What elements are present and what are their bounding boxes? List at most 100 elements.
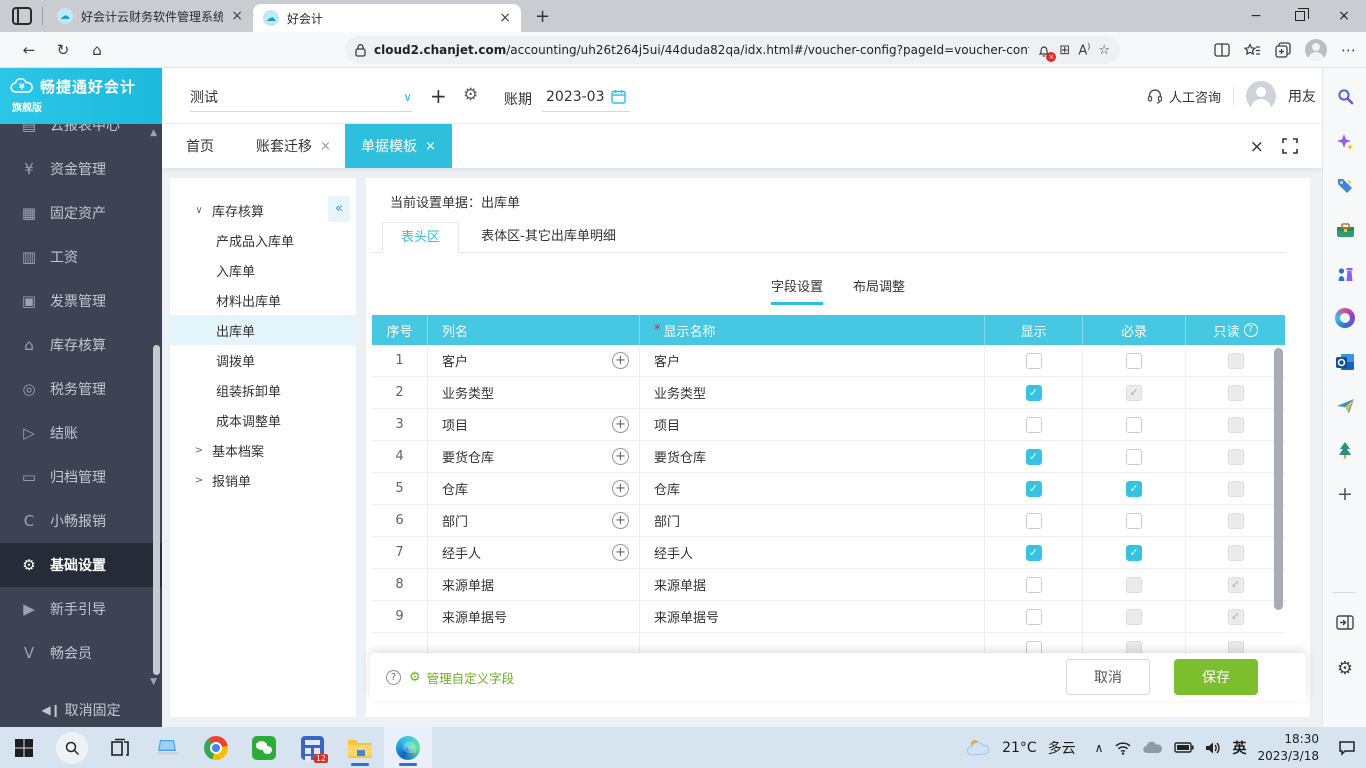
settings-gear-icon[interactable]: ⚙: [463, 85, 478, 105]
user-avatar[interactable]: [1246, 81, 1276, 111]
wechat-icon[interactable]: [240, 727, 288, 768]
readonly-checkbox[interactable]: [1228, 449, 1244, 465]
search-icon[interactable]: [1323, 82, 1366, 110]
show-checkbox[interactable]: [1026, 481, 1042, 497]
sidebar-item-basic-settings[interactable]: ⚙基础设置: [0, 543, 162, 587]
collapse-panel-button[interactable]: «: [328, 196, 350, 222]
tray-temperature[interactable]: 21°C: [1002, 740, 1037, 756]
caret-right-icon[interactable]: >: [192, 475, 206, 486]
sidebar-item-tax[interactable]: ◎税务管理: [0, 367, 162, 411]
add-archive-icon[interactable]: +: [612, 448, 629, 465]
display-name-cell[interactable]: 客户: [640, 345, 985, 376]
user-name[interactable]: 用友: [1288, 86, 1316, 106]
wifi-icon[interactable]: [1114, 741, 1132, 755]
tree-hunt-icon[interactable]: [1323, 436, 1366, 464]
tree-node-finished-goods-in[interactable]: 产成品入库单: [170, 225, 356, 255]
readonly-checkbox[interactable]: [1228, 481, 1244, 497]
tree-node-material-out[interactable]: 材料出库单: [170, 285, 356, 315]
tab-body-area[interactable]: 表体区-其它出库单明细: [463, 222, 634, 253]
unpin-sidebar-button[interactable]: ◀❙ 取消固定: [0, 693, 162, 727]
collections-icon[interactable]: [1275, 42, 1291, 58]
weather-icon[interactable]: [965, 738, 991, 758]
favorites-icon[interactable]: [1244, 42, 1261, 58]
microsoft365-icon[interactable]: [1323, 304, 1366, 332]
tab-account-migration[interactable]: 账套迁移×: [240, 124, 347, 168]
required-checkbox[interactable]: [1126, 481, 1142, 497]
sidebar-item-member[interactable]: V畅会员: [0, 631, 162, 675]
tree-node-stock-in[interactable]: 入库单: [170, 255, 356, 285]
sidebar-toggle-icon[interactable]: [1323, 608, 1366, 636]
pc-status-icon[interactable]: [144, 727, 192, 768]
file-explorer-icon[interactable]: [336, 727, 384, 768]
table-scrollbar[interactable]: [1274, 348, 1283, 610]
split-window-icon[interactable]: ⊞: [1059, 43, 1070, 58]
close-window-button[interactable]: ×: [1322, 0, 1366, 32]
browser-tab-active[interactable]: ☁ 好会计 ×: [253, 4, 521, 32]
account-set-select[interactable]: 测试 ∨: [190, 82, 412, 112]
onedrive-cloud-icon[interactable]: [1143, 741, 1163, 754]
show-checkbox[interactable]: [1026, 417, 1042, 433]
caret-down-icon[interactable]: ∨: [192, 205, 206, 216]
scroll-up-icon[interactable]: ▲: [150, 128, 157, 138]
required-checkbox[interactable]: [1126, 577, 1142, 593]
tab-field-settings[interactable]: 字段设置: [771, 276, 823, 305]
show-checkbox[interactable]: [1026, 353, 1042, 369]
required-checkbox[interactable]: [1126, 385, 1142, 401]
ime-language-button[interactable]: 英: [1232, 738, 1246, 758]
read-aloud-icon[interactable]: A): [1078, 42, 1090, 58]
readonly-checkbox[interactable]: [1228, 353, 1244, 369]
add-sidebar-app-icon[interactable]: +: [1323, 480, 1366, 508]
show-checkbox[interactable]: [1026, 545, 1042, 561]
display-name-cell[interactable]: 仓库: [640, 473, 985, 504]
display-name-cell[interactable]: 来源单据: [640, 569, 985, 600]
add-archive-icon[interactable]: +: [612, 480, 629, 497]
add-archive-icon[interactable]: +: [612, 512, 629, 529]
show-checkbox[interactable]: [1026, 577, 1042, 593]
tab-header-area[interactable]: 表头区: [382, 222, 459, 253]
help-icon[interactable]: ?: [1244, 323, 1258, 337]
sidebar-item-funds[interactable]: ¥资金管理: [0, 147, 162, 191]
clock-date[interactable]: 18:302023/3/18: [1257, 731, 1319, 763]
close-page-icon[interactable]: ×: [1250, 137, 1264, 157]
tab-voucher-template[interactable]: 单据模板×: [345, 124, 452, 168]
notification-center-icon[interactable]: [1338, 740, 1356, 756]
shopping-tag-icon[interactable]: [1323, 172, 1366, 200]
caret-right-icon[interactable]: >: [192, 445, 206, 456]
url-text[interactable]: cloud2.chanjet.com/accounting/uh26t264j5…: [374, 43, 1029, 57]
home-button[interactable]: ⌂: [80, 41, 114, 59]
sidebar-item-cloud-reports[interactable]: ▤云报表中心: [0, 124, 162, 147]
tree-node-transfer[interactable]: 调拨单: [170, 345, 356, 375]
close-tab-icon[interactable]: ×: [320, 139, 331, 154]
support-link[interactable]: 人工咨询: [1147, 87, 1221, 106]
close-tab-icon[interactable]: ×: [425, 139, 436, 154]
outlook-icon[interactable]: [1323, 348, 1366, 376]
copilot-icon[interactable]: [1323, 128, 1366, 156]
add-archive-icon[interactable]: +: [612, 544, 629, 561]
sidebar-item-inventory[interactable]: ⌂库存核算: [0, 323, 162, 367]
readonly-checkbox[interactable]: [1228, 577, 1244, 593]
toolbox-icon[interactable]: [1323, 216, 1366, 244]
volume-icon[interactable]: [1205, 741, 1221, 755]
drop-send-icon[interactable]: [1323, 392, 1366, 420]
tree-node-expense-form[interactable]: >报销单: [170, 465, 356, 495]
readonly-checkbox[interactable]: [1228, 417, 1244, 433]
add-archive-icon[interactable]: +: [612, 416, 629, 433]
tree-node-basic-archives[interactable]: >基本档案: [170, 435, 356, 465]
back-button[interactable]: ←: [12, 41, 46, 59]
tab-home[interactable]: 首页: [170, 124, 230, 168]
tree-node-assembly[interactable]: 组装拆卸单: [170, 375, 356, 405]
show-checkbox[interactable]: [1026, 449, 1042, 465]
close-tab-icon[interactable]: ×: [231, 9, 243, 23]
show-checkbox[interactable]: [1026, 609, 1042, 625]
start-button[interactable]: [0, 727, 48, 768]
display-name-cell[interactable]: 项目: [640, 409, 985, 440]
close-tab-icon[interactable]: ×: [499, 11, 511, 25]
add-favorite-icon[interactable]: ☆: [1098, 43, 1110, 58]
chrome-icon[interactable]: [192, 727, 240, 768]
add-account-set-button[interactable]: +: [430, 84, 447, 108]
required-checkbox[interactable]: [1126, 449, 1142, 465]
display-name-cell[interactable]: 部门: [640, 505, 985, 536]
tab-layout-adjust[interactable]: 布局调整: [853, 276, 905, 305]
scroll-down-icon[interactable]: ▼: [150, 677, 157, 687]
hidden-icons-chevron[interactable]: ∧: [1095, 741, 1104, 755]
